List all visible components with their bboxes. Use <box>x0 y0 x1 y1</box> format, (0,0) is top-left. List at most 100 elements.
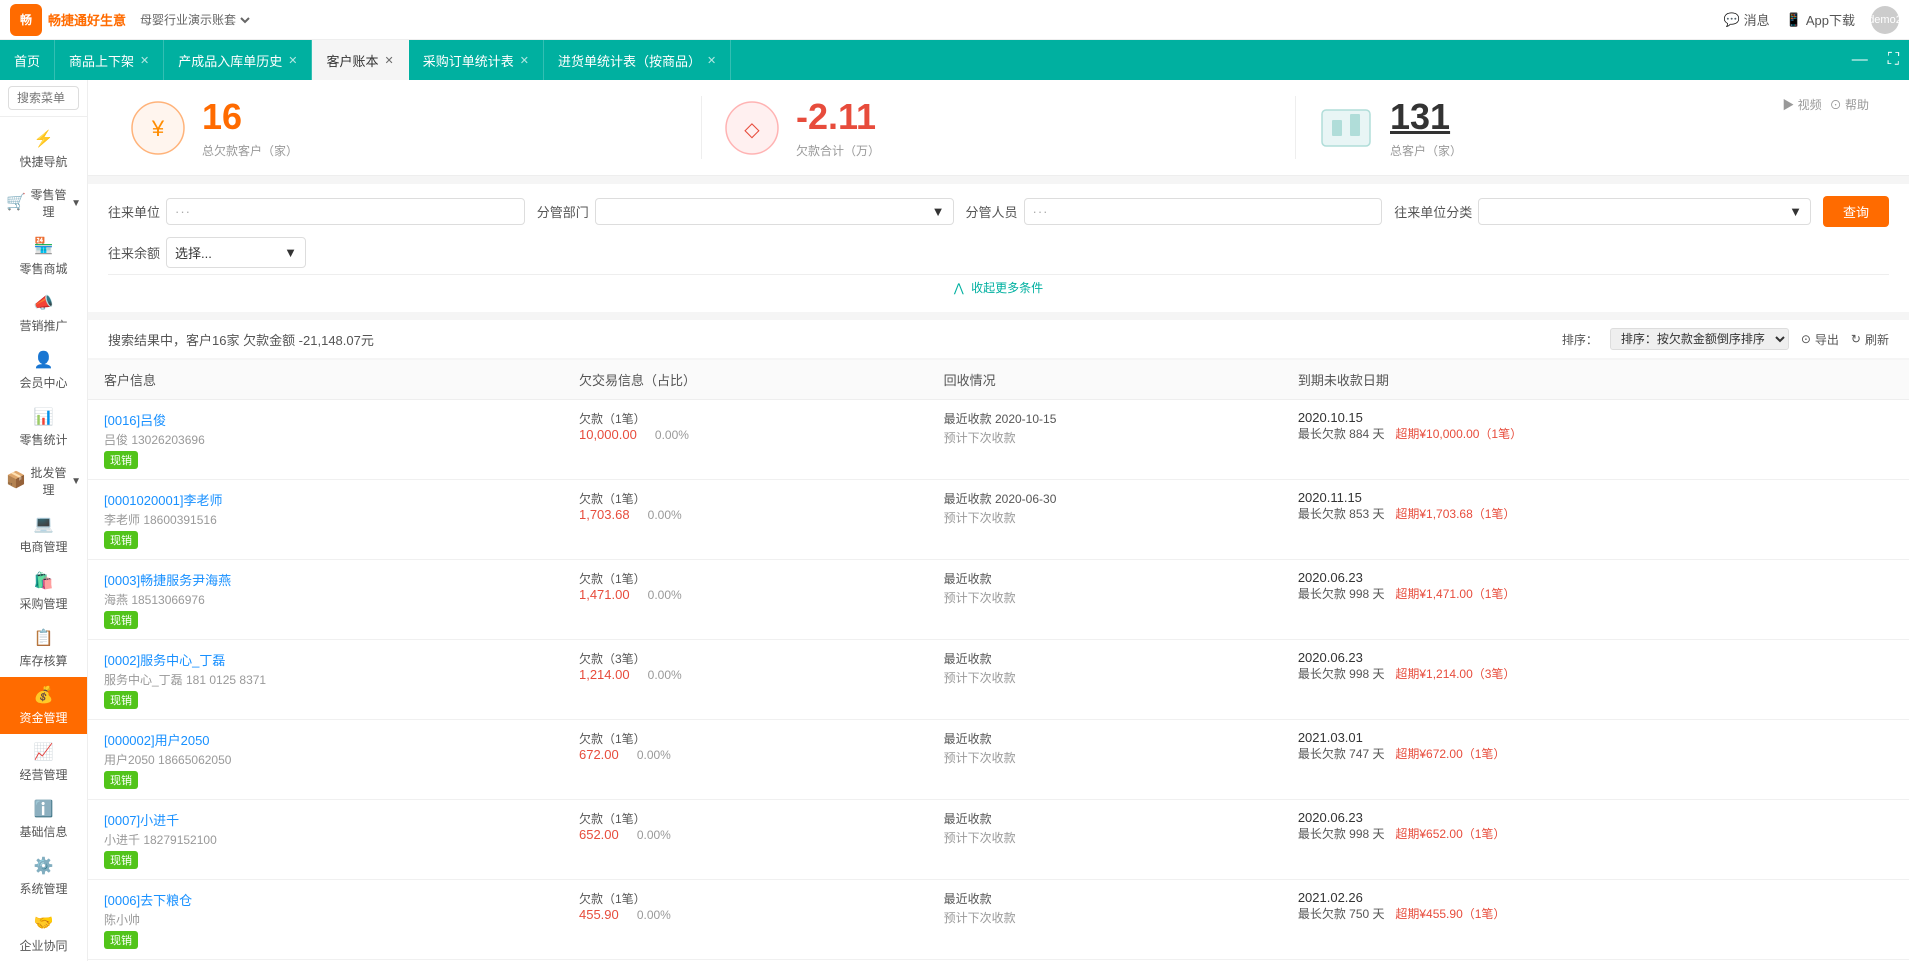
sidebar-item-retail-stat[interactable]: 📊 零售统计 <box>0 399 87 456</box>
chevron-down-icon2: ▼ <box>71 476 81 487</box>
sidebar-item-capital[interactable]: 💰 资金管理 <box>0 677 87 734</box>
debt-pct: 0.00% <box>648 508 682 522</box>
tab-purchase-order[interactable]: 采购订单统计表 ✕ <box>409 40 544 80</box>
customer-name-link[interactable]: [0001020001]李老师 <box>104 493 223 508</box>
overdue-link[interactable]: 超期¥10,000.00（1笔） <box>1395 427 1522 441</box>
retail-stat-icon: 📊 <box>34 407 54 427</box>
table-row: [0002]服务中心_丁磊 服务中心_丁磊 181 0125 8371 现销 欠… <box>88 640 1909 720</box>
overdue-days: 最长欠款 884 天 <box>1298 427 1385 441</box>
table-row: [0003]畅捷服务尹海燕 海燕 18513066976 现销 欠款（1笔） 1… <box>88 560 1909 640</box>
select-balance[interactable]: 选择... ▼ <box>166 237 306 268</box>
close-tab-produce[interactable]: ✕ <box>288 54 297 67</box>
view-video-btn[interactable]: ▶ 视频 <box>1782 96 1821 113</box>
sidebar-item-basic-info[interactable]: ℹ️ 基础信息 <box>0 791 87 848</box>
debt-amount: 652.00 <box>579 827 619 842</box>
customer-name-link[interactable]: [0006]去下粮仓 <box>104 893 192 908</box>
sidebar-item-operation[interactable]: 📈 经营管理 <box>0 734 87 791</box>
cell-customer: [0003]畅捷服务尹海燕 海燕 18513066976 现销 <box>88 560 563 640</box>
customer-status-badge: 现销 <box>104 691 138 709</box>
export-btn[interactable]: ⊙ 导出 <box>1801 331 1839 348</box>
overdue-link[interactable]: 超期¥1,703.68（1笔） <box>1395 507 1515 521</box>
search-button[interactable]: 查询 <box>1823 196 1889 227</box>
select-dept[interactable]: ▼ <box>595 198 954 225</box>
label-person: 分管人员 <box>966 202 1018 221</box>
app-download-btn[interactable]: 📱 App下载 <box>1786 10 1855 29</box>
sidebar-item-marketing[interactable]: 📣 营销推广 <box>0 285 87 342</box>
customer-phone: 吕俊 13026203696 <box>104 431 547 448</box>
search-input[interactable] <box>8 86 79 110</box>
overdue-link[interactable]: 超期¥1,214.00（3笔） <box>1395 667 1515 681</box>
next-payment: 预计下次收款 <box>944 829 1266 846</box>
sidebar-item-system[interactable]: ⚙️ 系统管理 <box>0 848 87 905</box>
latest-payment: 最近收款 <box>944 650 1266 667</box>
sidebar-item-purchase[interactable]: 🛍️ 采购管理 <box>0 563 87 620</box>
collapse-btn[interactable]: ⋀ 收起更多条件 <box>108 274 1889 300</box>
maximize-btn[interactable]: ⛶ <box>1878 51 1909 69</box>
overdue-days: 最长欠款 998 天 <box>1298 587 1385 601</box>
filter-unit-class: 往来单位分类 ▼ <box>1394 198 1811 225</box>
avatar[interactable]: demo2 <box>1871 6 1899 34</box>
cell-due-date: 2020.06.23 最长欠款 998 天 超期¥1,471.00（1笔） <box>1282 560 1909 640</box>
tab-product-off[interactable]: 商品上下架 ✕ <box>55 40 164 80</box>
select-unit-class[interactable]: ▼ <box>1478 198 1811 225</box>
system-icon: ⚙️ <box>34 856 54 876</box>
tab-produce-history[interactable]: 产成品入库单历史 ✕ <box>164 40 312 80</box>
cell-customer: [0006]去下粮仓 陈小帅 现销 <box>88 880 563 960</box>
message-btn[interactable]: 💬 消息 <box>1723 10 1769 29</box>
sidebar-item-retail-mall[interactable]: 🏪 零售商城 <box>0 228 87 285</box>
tab-instock-stat[interactable]: 进货单统计表（按商品） ✕ <box>544 40 731 80</box>
customer-name-link[interactable]: [0007]小进千 <box>104 813 179 828</box>
debt-amount: 455.90 <box>579 907 619 922</box>
chevron-dept-icon: ▼ <box>932 204 945 219</box>
close-tab-purchase[interactable]: ✕ <box>520 54 529 67</box>
minimize-btn[interactable]: — <box>1842 51 1878 69</box>
batch-mgmt-icon: 📦 <box>6 470 26 490</box>
sidebar-item-batch-mgmt[interactable]: 📦 批发管理 ▼ <box>0 456 87 506</box>
svg-text:¥: ¥ <box>151 116 165 141</box>
due-date: 2021.02.26 <box>1298 890 1893 905</box>
tab-customer-account[interactable]: 客户账本 ✕ <box>312 40 408 80</box>
close-tab-product[interactable]: ✕ <box>140 54 149 67</box>
help-btn[interactable]: ⊙ 帮助 <box>1830 96 1869 113</box>
industry-select[interactable]: 母婴行业演示账套 <box>136 12 253 28</box>
debt-label: 欠款（1笔） <box>579 570 912 587</box>
label-from-unit: 往来单位 <box>108 202 160 221</box>
sidebar-search <box>0 80 87 117</box>
sidebar-item-enterprise[interactable]: 🤝 企业协同 <box>0 905 87 961</box>
stat-card-1: ¥ 16 总欠款客户（家） <box>108 96 702 159</box>
close-tab-instock[interactable]: ✕ <box>707 54 716 67</box>
customer-name-link[interactable]: [0003]畅捷服务尹海燕 <box>104 573 231 588</box>
next-payment: 预计下次收款 <box>944 589 1266 606</box>
stat-info-2: -2.11 欠款合计（万） <box>796 96 1275 159</box>
logo-icon: 畅 <box>10 4 42 36</box>
table-row: [0016]吕俊 吕俊 13026203696 现销 欠款（1笔） 10,000… <box>88 400 1909 480</box>
next-payment: 预计下次收款 <box>944 669 1266 686</box>
sidebar-item-member[interactable]: 👤 会员中心 <box>0 342 87 399</box>
input-person[interactable]: ··· <box>1024 198 1383 225</box>
close-tab-customer[interactable]: ✕ <box>385 54 394 67</box>
stat-info-3: 131 总客户（家） <box>1390 96 1768 159</box>
sidebar-item-quick-nav[interactable]: ⚡ 快捷导航 <box>0 121 87 178</box>
sidebar-item-retail-mgmt[interactable]: 🛒 零售管理 ▼ <box>0 178 87 228</box>
latest-payment: 最近收款 <box>944 810 1266 827</box>
overdue-link[interactable]: 超期¥455.90（1笔） <box>1395 907 1505 921</box>
debt-amount: 1,214.00 <box>579 667 630 682</box>
tab-home[interactable]: 首页 <box>0 40 55 80</box>
overdue-link[interactable]: 超期¥652.00（1笔） <box>1395 827 1505 841</box>
overdue-link[interactable]: 超期¥672.00（1笔） <box>1395 747 1505 761</box>
overdue-days: 最长欠款 998 天 <box>1298 667 1385 681</box>
customer-name-link[interactable]: [0002]服务中心_丁磊 <box>104 653 225 668</box>
sidebar-item-inventory[interactable]: 📋 库存核算 <box>0 620 87 677</box>
debt-label: 欠款（1笔） <box>579 410 912 427</box>
customer-name-link[interactable]: [0016]吕俊 <box>104 413 166 428</box>
customer-name-link[interactable]: [000002]用户2050 <box>104 733 210 748</box>
sidebar-item-ecommerce[interactable]: 💻 电商管理 <box>0 506 87 563</box>
cell-debt: 欠款（1笔） 455.90 0.00% <box>563 880 928 960</box>
stat-label-1: 总欠款客户（家） <box>202 142 681 159</box>
input-from-unit[interactable]: ··· <box>166 198 525 225</box>
refresh-btn[interactable]: ↻ 刷新 <box>1851 331 1889 348</box>
mobile-icon: 📱 <box>1786 12 1802 28</box>
sort-select[interactable]: 排序：按欠款金额倒序排序 <box>1610 328 1789 350</box>
cell-recovery: 最近收款 预计下次收款 <box>928 880 1282 960</box>
overdue-link[interactable]: 超期¥1,471.00（1笔） <box>1395 587 1515 601</box>
